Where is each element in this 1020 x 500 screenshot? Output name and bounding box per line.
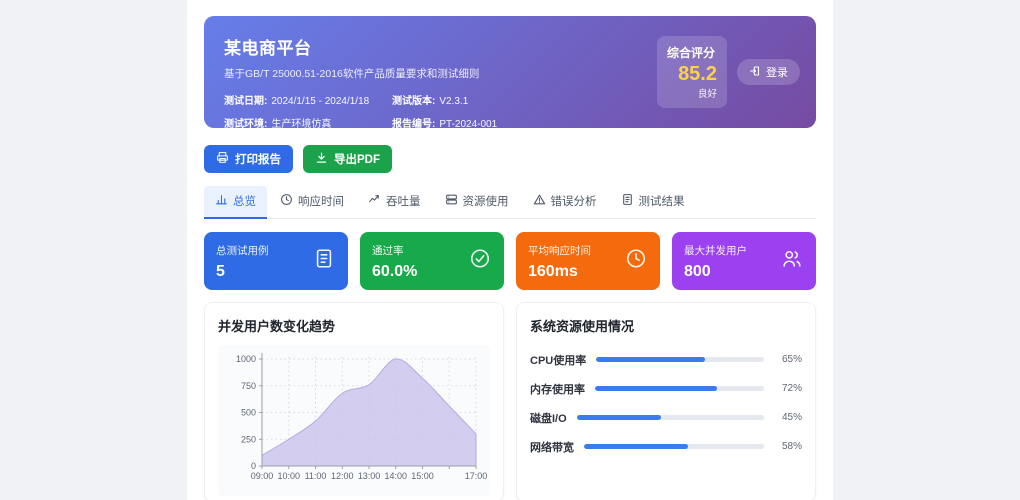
concurrent-users-area-chart: 0 250 500 750 1000 09:00 10:00 11:00 12:00 13:00 1…	[218, 345, 490, 496]
svg-text:750: 750	[241, 381, 256, 391]
clock-icon	[625, 248, 647, 275]
progress-fill	[595, 386, 717, 391]
panels-row: 并发用户数变化趋势 0 250 500 750 1000 09:00 10:00 11:00 1…	[204, 302, 816, 500]
tab-resource-usage[interactable]: 资源使用	[434, 186, 520, 219]
svg-text:1000: 1000	[236, 354, 256, 364]
kpi-total-cases: 总测试用例 5	[204, 232, 348, 290]
meta-test-env: 测试环境: 生产环境仿真	[224, 119, 332, 130]
header-card: 某电商平台 基于GB/T 25000.51-2016软件产品质量要求和测试细则 …	[204, 16, 816, 130]
tab-test-results[interactable]: 测试结果	[610, 186, 696, 219]
progress-track	[576, 415, 764, 420]
score-label: 综合评分	[667, 46, 716, 60]
users-icon	[781, 248, 803, 275]
progress-fill	[576, 415, 661, 420]
svg-text:14:00: 14:00	[384, 471, 407, 481]
check-circle-icon	[469, 248, 491, 275]
resource-usage-panel: 系统资源使用情况 CPU使用率 65% 内存使用率 72% 磁盘I/O 45%	[516, 302, 816, 500]
kpi-max-concurrent-users: 最大并发用户 800	[672, 232, 816, 290]
chart-title: 并发用户数变化趋势	[218, 319, 336, 334]
bar-chart-icon	[215, 193, 228, 209]
tab-throughput[interactable]: 吞吐量	[357, 186, 432, 219]
clock-icon	[280, 193, 293, 209]
print-report-button[interactable]: 打印报告	[204, 145, 293, 173]
download-icon	[315, 151, 328, 167]
svg-text:13:00: 13:00	[358, 471, 381, 481]
svg-text:250: 250	[241, 434, 256, 444]
server-icon	[445, 193, 458, 209]
svg-text:500: 500	[241, 408, 256, 418]
meta-test-date: 测试日期: 2024/1/15 - 2024/1/18	[224, 96, 370, 107]
area-chart-svg: 0250500750100009:00 10:00 11:00 12:00 13:00 1…	[236, 353, 488, 481]
progress-fill	[584, 444, 689, 449]
svg-text:12:00: 12:00	[331, 471, 354, 481]
progress-track	[584, 444, 764, 449]
kpi-avg-response: 平均响应时间 160ms	[516, 232, 660, 290]
login-icon	[749, 65, 761, 80]
report-page: 某电商平台 基于GB/T 25000.51-2016软件产品质量要求和测试细则 …	[187, 0, 833, 500]
score-area: 综合评分 85.2 良好 登录	[657, 36, 800, 108]
svg-text:10:00: 10:00	[277, 471, 300, 481]
meta-report-no: 报告编号: PT-2024-001	[392, 119, 498, 130]
progress-track	[595, 386, 764, 391]
document-icon	[313, 248, 335, 275]
svg-text:09:00: 09:00	[251, 471, 274, 481]
resource-row-memory: 内存使用率 72%	[530, 383, 802, 396]
score-grade: 良好	[697, 89, 717, 100]
svg-text:11:00: 11:00	[305, 471, 327, 481]
login-button[interactable]: 登录	[737, 59, 800, 85]
resource-list: CPU使用率 65% 内存使用率 72% 磁盘I/O 45% 网络带宽 58%	[530, 345, 802, 461]
export-pdf-button[interactable]: 导出PDF	[303, 145, 392, 173]
login-label: 登录	[766, 67, 788, 79]
trend-icon	[368, 193, 381, 209]
tab-error-analysis[interactable]: 错误分析	[522, 186, 608, 219]
kpi-pass-rate: 通过率 60.0%	[360, 232, 504, 290]
tab-overview[interactable]: 总览	[204, 186, 267, 219]
svg-text:0: 0	[251, 461, 256, 471]
kpi-cards: 总测试用例 5 通过率 60.0% 平均响应时间 160ms 最大并发用户 80…	[204, 232, 816, 290]
warning-icon	[533, 193, 546, 209]
tab-bar: 总览 响应时间 吞吐量 资源使用 错误分析 测试结果	[204, 186, 816, 219]
document-icon	[621, 193, 634, 209]
resources-title: 系统资源使用情况	[530, 319, 635, 334]
progress-fill	[596, 357, 706, 362]
tab-response-time[interactable]: 响应时间	[269, 186, 355, 219]
resource-row-disk-io: 磁盘I/O 45%	[530, 412, 802, 425]
overall-score-box: 综合评分 85.2 良好	[657, 36, 727, 108]
svg-text:15:00: 15:00	[411, 471, 434, 481]
concurrent-users-panel: 并发用户数变化趋势 0 250 500 750 1000 09:00 10:00 11:00 1…	[204, 302, 504, 500]
progress-track	[596, 357, 764, 362]
resource-row-cpu: CPU使用率 65%	[530, 354, 802, 367]
toolbar: 打印报告 导出PDF	[204, 145, 816, 173]
printer-icon	[216, 151, 229, 167]
resource-row-network: 网络带宽 58%	[530, 441, 802, 454]
svg-text:17:00: 17:00	[465, 471, 488, 481]
score-value: 85.2	[678, 63, 717, 85]
